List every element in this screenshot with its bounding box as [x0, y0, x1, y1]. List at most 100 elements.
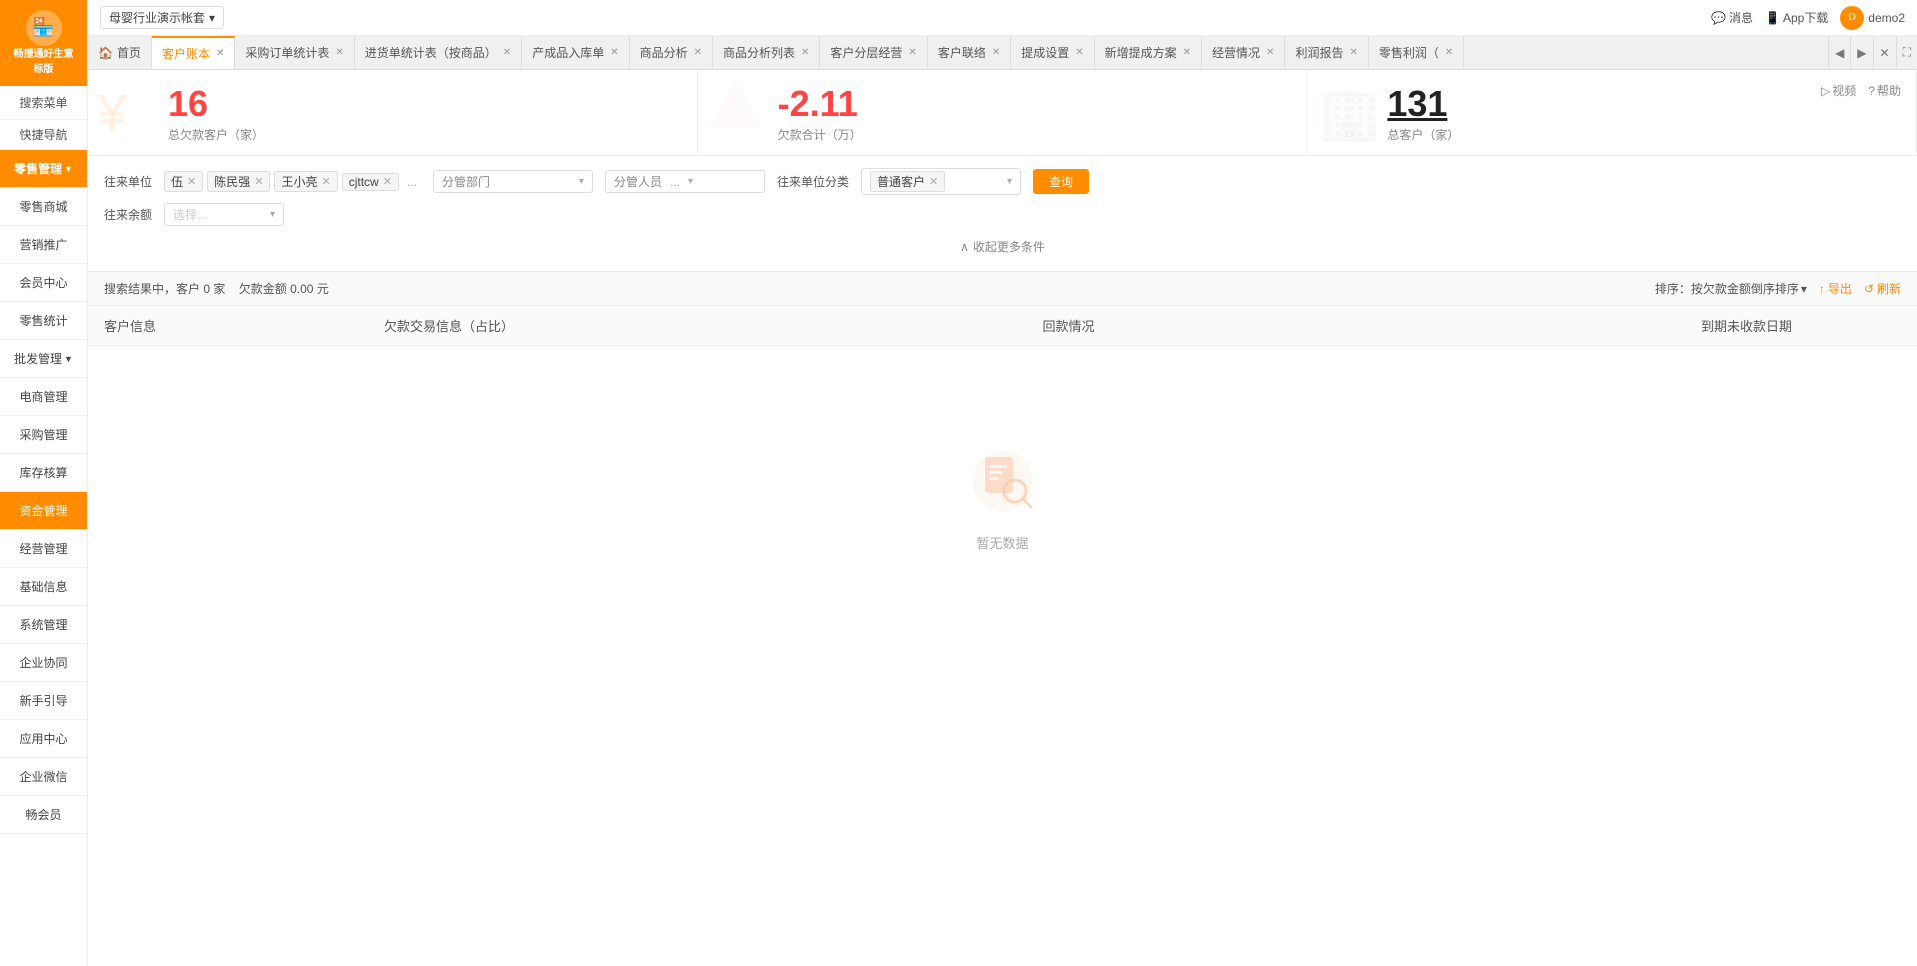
stat-label-1: 总欠款客户（家）	[168, 126, 677, 143]
unit-tag-wang-close[interactable]: ✕	[322, 175, 331, 188]
stat-total-debt: -2.11 欠款合计（万）	[698, 70, 1308, 155]
wholesale-mgmt-label: 批发管理	[14, 350, 62, 367]
sidebar-item-member[interactable]: 畅会员	[0, 796, 87, 834]
query-button[interactable]: 查询	[1033, 169, 1089, 194]
category-filter-select[interactable]: 普通客户 ✕ ▾	[861, 168, 1021, 195]
refresh-button[interactable]: ↺ 刷新	[1864, 280, 1901, 297]
sidebar-item-retail-mgmt[interactable]: 零售管理 ▼	[0, 150, 87, 188]
dept-placeholder: 分管部门	[442, 173, 490, 190]
sidebar-item-search-menu[interactable]: 搜索菜单	[0, 86, 87, 120]
tab-retail-profit-close[interactable]: ✕	[1445, 47, 1453, 58]
dept-filter-select[interactable]: 分管部门 ▾	[433, 170, 593, 193]
results-debt-value: 0.00	[290, 282, 313, 296]
sidebar-item-enterprise-wechat[interactable]: 企业微信	[0, 758, 87, 796]
tab-customer-contact[interactable]: 客户联络 ✕	[928, 36, 1011, 70]
sidebar-item-wholesale-mgmt[interactable]: 批发管理 ▼	[0, 340, 87, 378]
video-btn[interactable]: ▷ 视频	[1821, 82, 1856, 99]
tab-product-analysis-list-close[interactable]: ✕	[801, 47, 809, 58]
person-placeholder: 分管人员	[614, 173, 662, 190]
tabbar: 🏠 首页 客户账本 ✕ 采购订单统计表 ✕ 进货单统计表（按商品） ✕ 产成品入…	[88, 36, 1917, 70]
person-dots[interactable]: ...	[666, 175, 684, 189]
tab-next-arrow[interactable]: ▶	[1850, 36, 1872, 70]
sidebar-item-inventory[interactable]: 库存核算	[0, 454, 87, 492]
sidebar-item-ecommerce-mgmt[interactable]: 电商管理	[0, 378, 87, 416]
tab-profit-report[interactable]: 利润报告 ✕	[1285, 36, 1368, 70]
sidebar-item-basic-info[interactable]: 基础信息	[0, 568, 87, 606]
tab-close-all[interactable]: ✕	[1873, 36, 1896, 70]
message-icon: 💬	[1711, 11, 1726, 25]
collapse-button[interactable]: ∧ 收起更多条件	[948, 234, 1057, 259]
tab-new-raise-plan-close[interactable]: ✕	[1183, 47, 1191, 58]
user-area[interactable]: D demo2	[1840, 6, 1905, 30]
sidebar-item-app-center[interactable]: 应用中心	[0, 720, 87, 758]
tab-operation-status[interactable]: 经营情况 ✕	[1202, 36, 1285, 70]
sidebar-item-marketing[interactable]: 营销推广	[0, 226, 87, 264]
member-center-label: 会员中心	[19, 276, 67, 290]
empty-text: 暂无数据	[976, 533, 1028, 552]
tab-retail-profit[interactable]: 零售利润（ ✕	[1369, 36, 1464, 70]
unit-tag-wu-close[interactable]: ✕	[187, 175, 196, 188]
results-bar: 搜索结果中，客户 0 家 欠款金额 0.00 元 排序：按欠款金额倒序排序 ▾ …	[88, 272, 1917, 306]
message-btn[interactable]: 💬 消息	[1711, 9, 1753, 26]
enterprise-collab-label: 企业协同	[19, 656, 67, 670]
sidebar-item-purchase-mgmt[interactable]: 采购管理	[0, 416, 87, 454]
category-tag-normal-close[interactable]: ✕	[929, 175, 938, 188]
results-count: 0	[203, 282, 210, 296]
tab-product-analysis-list[interactable]: 商品分析列表 ✕	[713, 36, 820, 70]
tab-customer-account[interactable]: 客户账本 ✕	[152, 36, 235, 70]
tab-product-inbound-close[interactable]: ✕	[610, 47, 618, 58]
tab-customer-tier[interactable]: 客户分层经营 ✕	[820, 36, 927, 70]
remaining-filter-select[interactable]: 选择... ▾	[164, 203, 284, 226]
export-icon: ↑	[1819, 282, 1825, 296]
help-btn[interactable]: ? 帮助	[1868, 82, 1901, 99]
export-button[interactable]: ↑ 导出	[1819, 280, 1852, 297]
tab-product-inbound-label: 产成品入库单	[532, 44, 604, 61]
tabbar-arrows: ◀ ▶ ✕ ⛶	[1828, 36, 1917, 70]
results-debt-label: 欠款金额	[239, 282, 287, 296]
topbar: 母婴行业演示帐套 ▾ 💬 消息 📱 App下载 D demo2	[88, 0, 1917, 36]
sidebar-item-retail-mall[interactable]: 零售商城	[0, 188, 87, 226]
unit-tag-cjttcw: cjttcw ✕	[342, 173, 399, 191]
app-download-btn[interactable]: 📱 App下载	[1765, 9, 1828, 26]
sidebar-item-member-center[interactable]: 会员中心	[0, 264, 87, 302]
sidebar-item-ops-mgmt[interactable]: 经营管理	[0, 530, 87, 568]
tab-product-analysis-close[interactable]: ✕	[694, 47, 702, 58]
tab-purchase-stats-label: 进货单统计表（按商品）	[365, 44, 497, 61]
sidebar-item-quick-nav[interactable]: 快捷导航	[0, 120, 87, 150]
table-header: 客户信息 欠款交易信息（占比） 回款情况 到期未收款日期	[88, 306, 1917, 346]
sort-select[interactable]: 排序：按欠款金额倒序排序 ▾	[1655, 280, 1807, 297]
tab-customer-account-close[interactable]: ✕	[216, 48, 224, 59]
sidebar-item-enterprise-collab[interactable]: 企业协同	[0, 644, 87, 682]
inventory-label: 库存核算	[19, 466, 67, 480]
sidebar-item-retail-stats[interactable]: 零售统计	[0, 302, 87, 340]
tab-raise-settings-close[interactable]: ✕	[1075, 47, 1083, 58]
tab-product-analysis[interactable]: 商品分析 ✕	[630, 36, 713, 70]
tab-product-analysis-list-label: 商品分析列表	[723, 44, 795, 61]
sidebar-item-new-guide[interactable]: 新手引导	[0, 682, 87, 720]
unit-tag-chen-close[interactable]: ✕	[254, 175, 263, 188]
results-actions: 排序：按欠款金额倒序排序 ▾ ↑ 导出 ↺ 刷新	[1655, 280, 1901, 297]
tab-home[interactable]: 🏠 首页	[88, 36, 152, 70]
tab-operation-status-close[interactable]: ✕	[1266, 47, 1274, 58]
tab-new-raise-plan[interactable]: 新增提成方案 ✕	[1095, 36, 1202, 70]
unit-tag-cjttcw-close[interactable]: ✕	[383, 175, 392, 188]
tab-prev-arrow[interactable]: ◀	[1828, 36, 1850, 70]
tab-profit-report-close[interactable]: ✕	[1349, 47, 1357, 58]
person-filter-select[interactable]: 分管人员 ... ▾	[605, 170, 765, 193]
tab-purchase-order[interactable]: 采购订单统计表 ✕	[235, 36, 354, 70]
unit-more-dots[interactable]: ...	[403, 175, 421, 189]
tab-customer-contact-close[interactable]: ✕	[992, 47, 1000, 58]
account-selector[interactable]: 母婴行业演示帐套 ▾	[100, 6, 224, 29]
sidebar-item-sys-mgmt[interactable]: 系统管理	[0, 606, 87, 644]
stat-value-3: 131	[1387, 86, 1896, 122]
tab-customer-tier-close[interactable]: ✕	[908, 47, 916, 58]
tab-purchase-order-close[interactable]: ✕	[335, 47, 343, 58]
tab-expand[interactable]: ⛶	[1896, 36, 1917, 70]
tab-purchase-stats-close[interactable]: ✕	[503, 47, 511, 58]
tab-product-inbound[interactable]: 产成品入库单 ✕	[522, 36, 629, 70]
sidebar-item-finance-mgmt[interactable]: 资金管理	[0, 492, 87, 530]
question-icon: ?	[1868, 84, 1875, 98]
tab-raise-settings[interactable]: 提成设置 ✕	[1011, 36, 1094, 70]
stat-value-1: 16	[168, 86, 677, 122]
tab-purchase-stats[interactable]: 进货单统计表（按商品） ✕	[355, 36, 522, 70]
